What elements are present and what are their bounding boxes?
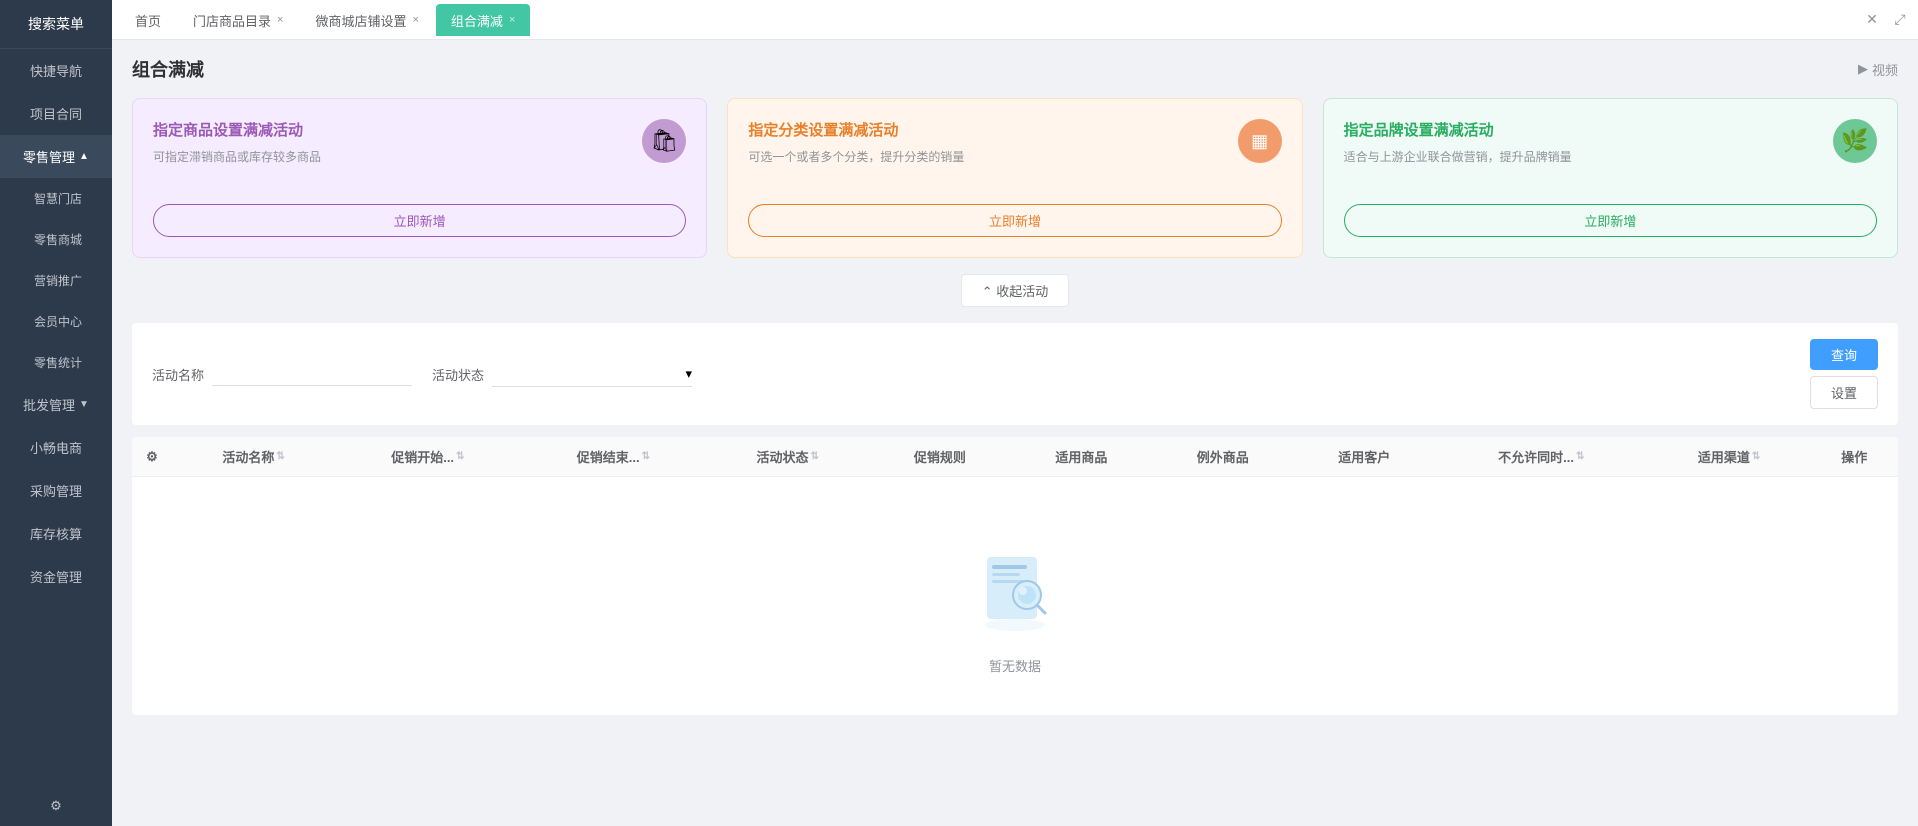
table-header: ⚙ 活动名称 ⇅ 促销开始... ⇅	[132, 437, 1898, 477]
empty-text: 暂无数据	[152, 656, 1878, 675]
activity-cards: 指定商品设置满减活动 🛍 可指定滞销商品或库存较多商品 立即新增 指定分类设置满…	[132, 98, 1898, 258]
category-card-title: 指定分类设置满减活动	[748, 119, 1281, 140]
sidebar-item-retail-stats[interactable]: 零售统计	[0, 342, 112, 383]
sort-icon: ⇅	[1576, 451, 1584, 462]
sort-icon: ⇅	[811, 451, 819, 462]
sidebar-item-purchase[interactable]: 采购管理	[0, 469, 112, 512]
th-sort-promo-start[interactable]: 促销开始... ⇅	[391, 447, 464, 466]
video-link[interactable]: ▶ 视频	[1858, 60, 1898, 79]
sort-icon: ⇅	[456, 451, 464, 462]
table-th-applicable-customers: 适用客户	[1294, 437, 1435, 477]
table-th-applicable-channel: 适用渠道 ⇅	[1648, 437, 1811, 477]
brand-card-icon: 🌿	[1833, 119, 1877, 163]
th-sort-promo-end[interactable]: 促销结束... ⇅	[577, 447, 650, 466]
sidebar-item-project-contract[interactable]: 项目合同	[0, 92, 112, 135]
sort-icon: ⇅	[642, 451, 650, 462]
product-activity-card: 指定商品设置满减活动 🛍 可指定滞销商品或库存较多商品 立即新增	[132, 98, 707, 258]
product-card-icon: 🛍	[642, 119, 686, 163]
tab-close-wechat-store[interactable]: ×	[412, 14, 418, 26]
gear-icon: ⚙	[50, 798, 62, 813]
category-activity-card: 指定分类设置满减活动 ▦ 可选一个或者多个分类，提升分类的销量 立即新增	[727, 98, 1302, 258]
gear-icon[interactable]: ⚙	[146, 449, 158, 464]
tab-bar: 首页 门店商品目录 × 微商城店铺设置 × 组合满减 × ✕ ⤢	[112, 0, 1918, 40]
activity-status-select[interactable]: ▾	[492, 362, 692, 387]
page-title: 组合满减	[132, 56, 204, 82]
collapse-activity-btn[interactable]: ⌃ 收起活动	[961, 274, 1070, 307]
product-card-add-btn[interactable]: 立即新增	[153, 204, 686, 237]
sidebar-item-quick-nav[interactable]: 快捷导航	[0, 49, 112, 92]
empty-icon	[965, 537, 1065, 637]
sidebar-settings[interactable]: ⚙	[0, 786, 112, 826]
th-sort-no-concurrent[interactable]: 不允许同时... ⇅	[1498, 447, 1584, 466]
activity-name-field: 活动名称	[152, 362, 412, 386]
sidebar-item-retail-mall[interactable]: 零售商城	[0, 219, 112, 260]
activity-name-label: 活动名称	[152, 365, 204, 384]
tab-store-catalog[interactable]: 门店商品目录 ×	[178, 4, 298, 36]
search-actions: 查询 设置	[1810, 339, 1878, 409]
sidebar-item-retail-management[interactable]: 零售管理 ▲	[0, 135, 112, 178]
product-card-desc: 可指定滞销商品或库存较多商品	[153, 148, 686, 166]
chevron-down-icon: ▾	[686, 366, 693, 382]
category-card-add-btn[interactable]: 立即新增	[748, 204, 1281, 237]
sidebar-item-wholesale-management[interactable]: 批发管理 ▼	[0, 383, 112, 426]
sort-icon: ⇅	[276, 451, 284, 462]
sort-icon: ⇅	[1752, 451, 1760, 462]
table-th-settings: ⚙	[132, 437, 172, 477]
sidebar-item-smart-store[interactable]: 智慧门店	[0, 178, 112, 219]
table-th-activity-name: 活动名称 ⇅	[172, 437, 335, 477]
table-th-no-concurrent: 不允许同时... ⇅	[1435, 437, 1648, 477]
table-th-operations: 操作	[1811, 437, 1898, 477]
table-th-exception-products: 例外商品	[1152, 437, 1293, 477]
tab-home[interactable]: 首页	[120, 4, 176, 36]
sidebar-search[interactable]: 搜索菜单	[0, 0, 112, 49]
play-icon: ▶	[1858, 61, 1868, 77]
table-th-promo-start: 促销开始... ⇅	[335, 437, 521, 477]
th-sort-applicable-channel[interactable]: 适用渠道 ⇅	[1698, 447, 1760, 466]
product-card-title: 指定商品设置满减活动	[153, 119, 686, 140]
sidebar-item-inventory[interactable]: 库存核算	[0, 512, 112, 555]
brand-card-title: 指定品牌设置满减活动	[1344, 119, 1877, 140]
main-area: 首页 门店商品目录 × 微商城店铺设置 × 组合满减 × ✕ ⤢ 组合满减 ▶ …	[112, 0, 1918, 826]
tab-wechat-store[interactable]: 微商城店铺设置 ×	[300, 4, 433, 36]
tab-close-combo-discount[interactable]: ×	[509, 14, 515, 26]
activity-status-field: 活动状态 ▾	[432, 362, 692, 387]
activity-status-label: 活动状态	[432, 365, 484, 384]
chevron-down-icon: ▼	[79, 399, 89, 410]
category-card-desc: 可选一个或者多个分类，提升分类的销量	[748, 148, 1281, 166]
activity-table: ⚙ 活动名称 ⇅ 促销开始... ⇅	[132, 437, 1898, 715]
sidebar-item-xiaochang[interactable]: 小畅电商	[0, 426, 112, 469]
sidebar-item-fund[interactable]: 资金管理	[0, 555, 112, 598]
table-th-activity-status: 活动状态 ⇅	[706, 437, 869, 477]
tab-combo-discount[interactable]: 组合满减 ×	[436, 4, 530, 36]
collapse-bar: ⌃ 收起活动	[132, 274, 1898, 307]
tab-close-store-catalog[interactable]: ×	[277, 14, 283, 26]
category-card-icon: ▦	[1238, 119, 1282, 163]
th-sort-activity-status[interactable]: 活动状态 ⇅	[756, 447, 818, 466]
settings-button[interactable]: 设置	[1810, 376, 1878, 409]
sidebar-item-marketing[interactable]: 营销推广	[0, 260, 112, 301]
brand-card-add-btn[interactable]: 立即新增	[1344, 204, 1877, 237]
table-container: ⚙ 活动名称 ⇅ 促销开始... ⇅	[132, 437, 1898, 715]
resize-window-btn[interactable]: ⤢	[1890, 10, 1910, 30]
page-header: 组合满减 ▶ 视频	[132, 56, 1898, 82]
table-th-promo-rules: 促销规则	[869, 437, 1010, 477]
chevron-icon: ▲	[79, 151, 89, 162]
sidebar: 搜索菜单 快捷导航 项目合同 零售管理 ▲ 智慧门店 零售商城 营销推广 会员中…	[0, 0, 112, 826]
th-sort-activity-name[interactable]: 活动名称 ⇅	[222, 447, 284, 466]
activity-name-input[interactable]	[212, 362, 412, 386]
sidebar-item-member-center[interactable]: 会员中心	[0, 301, 112, 342]
tab-bar-actions: ✕ ⤢	[1862, 10, 1910, 30]
query-button[interactable]: 查询	[1810, 339, 1878, 370]
brand-card-desc: 适合与上游企业联合做营销，提升品牌销量	[1344, 148, 1877, 166]
empty-state: 暂无数据	[132, 477, 1898, 715]
table-th-applicable-products: 适用商品	[1011, 437, 1152, 477]
table-th-promo-end: 促销结束... ⇅	[521, 437, 707, 477]
table-body: 暂无数据	[132, 477, 1898, 716]
brand-activity-card: 指定品牌设置满减活动 🌿 适合与上游企业联合做营销，提升品牌销量 立即新增	[1323, 98, 1898, 258]
close-window-btn[interactable]: ✕	[1862, 10, 1882, 30]
search-bar: 活动名称 活动状态 ▾ 查询 设置	[132, 323, 1898, 425]
page-content: 组合满减 ▶ 视频 指定商品设置满减活动 🛍 可指定滞销商品或库存较多商品 立即…	[112, 40, 1918, 826]
